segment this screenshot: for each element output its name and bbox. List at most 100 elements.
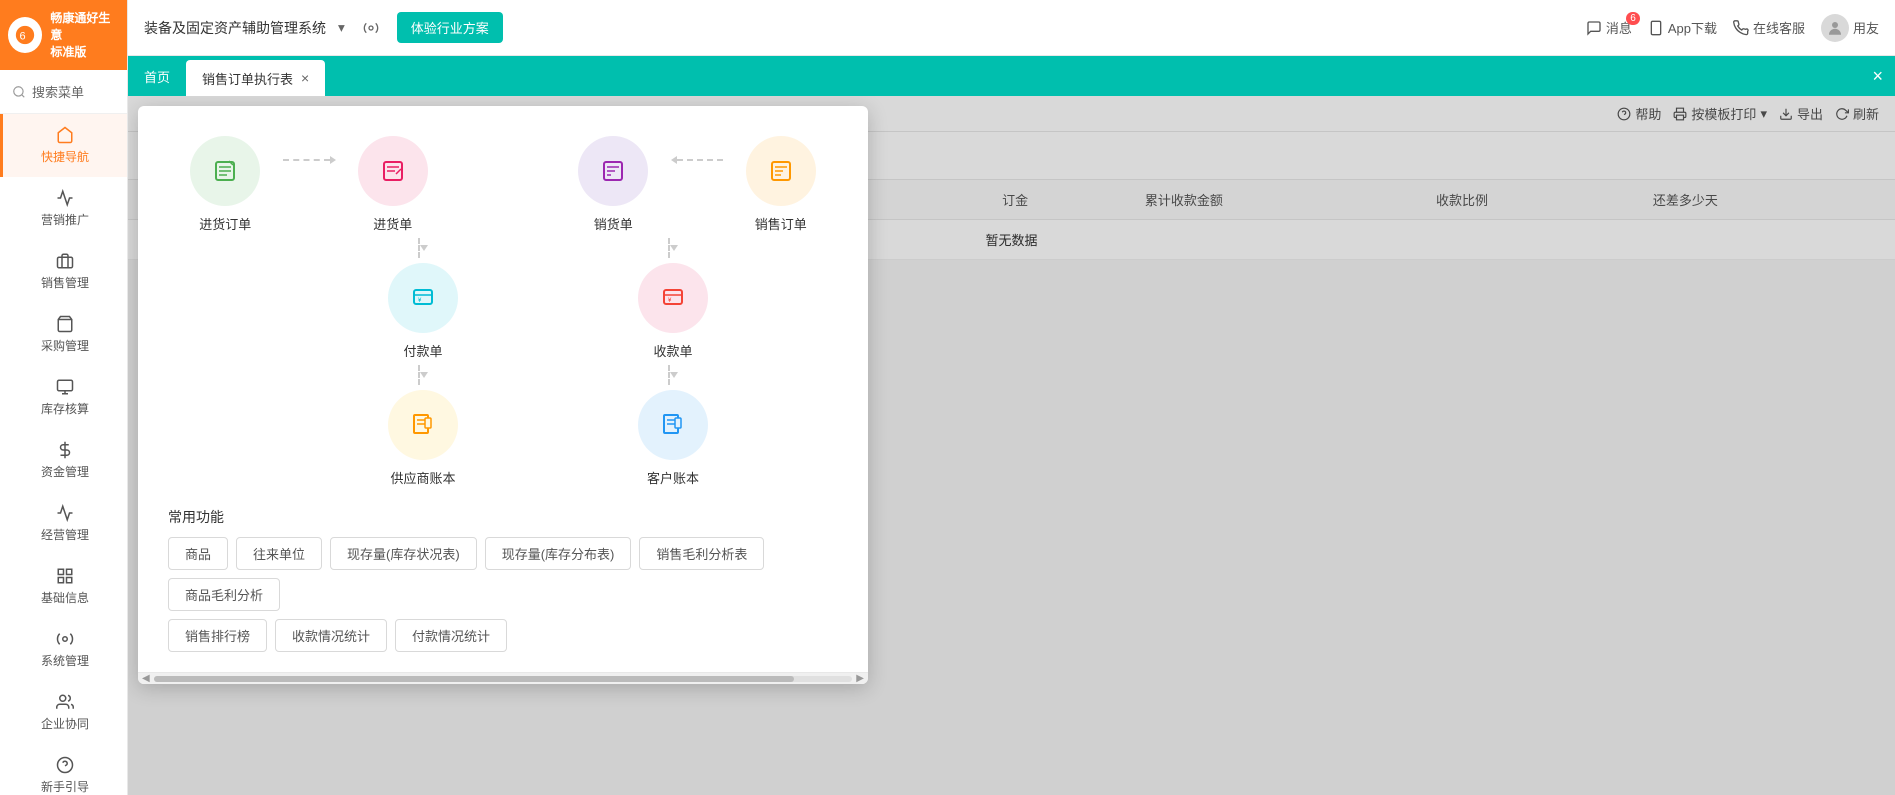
common-buttons-row1: 商品 往来单位 现存量(库存状况表) 现存量(库存分布表) 销售毛利分析表 商品… — [168, 537, 838, 611]
arrow-down-purchase-bill — [358, 233, 488, 263]
flow-circle-payment-bill: ¥ — [388, 263, 458, 333]
tab-sales-order-label: 销售订单执行表 — [202, 69, 293, 88]
flow-item-receipt-bill[interactable]: ¥ 收款单 — [608, 263, 738, 360]
sidebar-item-basic-info-label: 基础信息 — [41, 589, 89, 606]
svg-text:6: 6 — [20, 31, 26, 43]
sidebar: 6 畅康通好生意 标准版 搜索菜单 快捷导航 营销推广 — [0, 0, 128, 795]
common-btn-payment-stats[interactable]: 付款情况统计 — [395, 619, 507, 652]
logo-text: 畅康通好生意 标准版 — [50, 10, 119, 60]
common-btn-sales-rank[interactable]: 销售排行榜 — [168, 619, 267, 652]
trial-button[interactable]: 体验行业方案 — [397, 12, 503, 43]
common-btn-stock-status[interactable]: 现存量(库存状况表) — [330, 537, 477, 570]
sidebar-item-system[interactable]: 系统管理 — [0, 618, 127, 681]
common-btn-receipt-stats[interactable]: 收款情况统计 — [275, 619, 387, 652]
flow-circle-receipt-bill: ¥ — [638, 263, 708, 333]
common-btn-stock-dist[interactable]: 现存量(库存分布表) — [485, 537, 632, 570]
sidebar-item-newbie[interactable]: 新手引导 — [0, 744, 127, 795]
sidebar-item-quicknav[interactable]: 快捷导航 — [0, 114, 127, 177]
sidebar-item-inventory[interactable]: 库存核算 — [0, 366, 127, 429]
common-btn-product[interactable]: 商品 — [168, 537, 228, 570]
logo-area: 6 畅康通好生意 标准版 — [0, 0, 127, 70]
flow-label-sale-bill: 销货单 — [594, 214, 633, 233]
arrow-down-payment-bill — [358, 360, 488, 390]
online-service-button[interactable]: 在线客服 — [1733, 18, 1805, 37]
sidebar-item-newbie-label: 新手引导 — [41, 778, 89, 795]
tabbar: 首页 销售订单执行表 × × — [128, 56, 1895, 96]
common-functions: 常用功能 商品 往来单位 现存量(库存状况表) 现存量(库存分布表) 销售毛利分… — [168, 507, 838, 652]
scrollbar-right-arrow[interactable]: ▶ — [856, 673, 864, 684]
common-btn-product-profit[interactable]: 商品毛利分析 — [168, 578, 280, 611]
flow-circle-purchase-order — [190, 136, 260, 206]
search-label: 搜索菜单 — [32, 82, 84, 101]
flow-label-payment-bill: 付款单 — [403, 341, 442, 360]
flow-label-customer-book: 客户账本 — [647, 468, 699, 487]
arrow-down-receipt-bill — [608, 360, 738, 390]
tabbar-close-all-button[interactable]: × — [1872, 66, 1883, 87]
scrollbar-track[interactable] — [154, 676, 853, 682]
system-title: 装备及固定资产辅助管理系统 — [144, 18, 326, 38]
flow-circle-supplier-book — [388, 390, 458, 460]
topbar: 装备及固定资产辅助管理系统 ▾ 体验行业方案 消息 6 App下载 — [128, 0, 1895, 56]
tab-home-label: 首页 — [144, 67, 170, 86]
sidebar-item-basic-info[interactable]: 基础信息 — [0, 555, 127, 618]
flow-circle-sale-order — [746, 136, 816, 206]
flow-item-purchase-bill[interactable]: 进货单 — [336, 136, 451, 233]
search-menu-button[interactable]: 搜索菜单 — [8, 78, 119, 105]
scrollbar-left-arrow[interactable]: ◀ — [142, 673, 150, 684]
avatar — [1821, 14, 1849, 42]
flow-item-sale-order[interactable]: 销售订单 — [723, 136, 838, 233]
app-download-button[interactable]: App下载 — [1648, 18, 1717, 37]
common-functions-title: 常用功能 — [168, 507, 838, 527]
flow-label-purchase-bill: 进货单 — [373, 214, 412, 233]
topbar-actions: 消息 6 App下载 在线客服 用友 — [1586, 14, 1879, 42]
system-title-dropdown[interactable]: ▾ — [338, 20, 345, 36]
app-download-label: App下载 — [1668, 18, 1717, 37]
flow-item-supplier-book[interactable]: 供应商账本 — [358, 390, 488, 487]
user-name: 用友 — [1853, 18, 1879, 37]
search-area[interactable]: 搜索菜单 — [0, 70, 127, 114]
flow-item-sale-bill[interactable]: 销货单 — [556, 136, 671, 233]
flow-circle-customer-book — [638, 390, 708, 460]
message-button[interactable]: 消息 6 — [1586, 18, 1632, 37]
common-btn-counterparty[interactable]: 往来单位 — [236, 537, 322, 570]
main-content: 装备及固定资产辅助管理系统 ▾ 体验行业方案 消息 6 App下载 — [128, 0, 1895, 795]
sidebar-item-enterprise-label: 企业协同 — [41, 715, 89, 732]
flow-label-supplier-book: 供应商账本 — [390, 468, 455, 487]
flow-label-sale-order: 销售订单 — [755, 214, 807, 233]
sidebar-item-purchase-label: 采购管理 — [41, 337, 89, 354]
flow-arrows-down-row1 — [168, 233, 838, 263]
arrow-down-sale-bill — [608, 233, 738, 263]
flow-arrows-down-row2 — [168, 360, 838, 390]
arrow-sale-order-to-bill — [671, 136, 724, 164]
content-area: 帮助 按模板打印 ▾ 导出 刷新 — [128, 96, 1895, 795]
common-btn-sales-profit[interactable]: 销售毛利分析表 — [639, 537, 764, 570]
popup-scrollbar[interactable]: ◀ ▶ — [138, 672, 868, 684]
sidebar-item-operations[interactable]: 经营管理 — [0, 492, 127, 555]
flow-item-payment-bill[interactable]: ¥ 付款单 — [358, 263, 488, 360]
sidebar-item-finance-label: 资金管理 — [41, 463, 89, 480]
tab-close-button[interactable]: × — [301, 70, 309, 86]
flow-popup: 进货订单 — [138, 106, 868, 684]
settings-button[interactable] — [357, 14, 385, 42]
flow-row-2: ¥ 付款单 ¥ — [168, 263, 838, 360]
sidebar-item-marketing[interactable]: 营销推广 — [0, 177, 127, 240]
sidebar-item-purchase[interactable]: 采购管理 — [0, 303, 127, 366]
popup-content: 进货订单 — [138, 106, 868, 672]
sidebar-item-finance[interactable]: 资金管理 — [0, 429, 127, 492]
popup-overlay[interactable]: 进货订单 — [128, 96, 1895, 795]
scrollbar-thumb[interactable] — [154, 676, 794, 682]
message-badge: 6 — [1626, 12, 1640, 25]
flow-item-purchase-order[interactable]: 进货订单 — [168, 136, 283, 233]
logo-icon: 6 — [8, 17, 42, 53]
user-avatar-area[interactable]: 用友 — [1821, 14, 1879, 42]
sidebar-item-operations-label: 经营管理 — [41, 526, 89, 543]
flow-row-1: 进货订单 — [168, 136, 838, 233]
sidebar-item-enterprise[interactable]: 企业协同 — [0, 681, 127, 744]
tab-home[interactable]: 首页 — [128, 56, 186, 96]
tab-sales-order[interactable]: 销售订单执行表 × — [186, 60, 325, 96]
sidebar-item-inventory-label: 库存核算 — [41, 400, 89, 417]
sidebar-item-sales-label: 销售管理 — [41, 274, 89, 291]
arrow-purchase-order-to-bill — [283, 136, 336, 164]
flow-item-customer-book[interactable]: 客户账本 — [608, 390, 738, 487]
sidebar-item-sales[interactable]: 销售管理 — [0, 240, 127, 303]
